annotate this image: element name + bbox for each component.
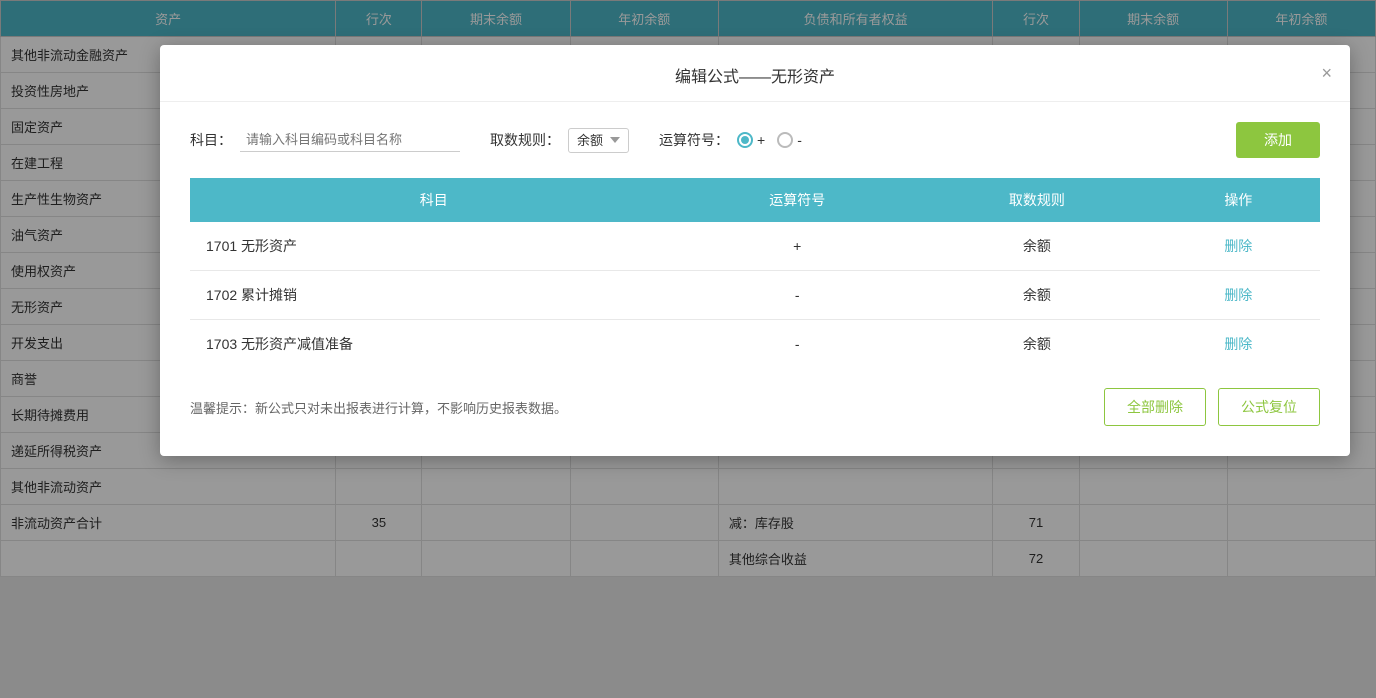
delete-link[interactable]: 删除 xyxy=(1224,238,1252,254)
th-action: 操作 xyxy=(1157,178,1320,222)
modal-close-button[interactable]: × xyxy=(1321,64,1332,82)
add-button[interactable]: 添加 xyxy=(1236,122,1320,158)
th-rule: 取数规则 xyxy=(917,178,1157,222)
cell-operator: + xyxy=(677,222,917,271)
operator-minus-label: - xyxy=(797,132,802,148)
subject-input[interactable] xyxy=(240,128,460,152)
delete-link[interactable]: 删除 xyxy=(1224,336,1252,352)
rule-label: 取数规则： xyxy=(490,130,560,150)
modal-title: 编辑公式——无形资产 xyxy=(675,63,835,87)
table-row: 1701 无形资产+余额 删除 xyxy=(190,222,1320,271)
formula-form: 科目： 取数规则： 余额 借方 贷方 净额 运算符号： + xyxy=(160,102,1350,178)
cell-rule: 余额 xyxy=(917,320,1157,369)
operator-radio-group: + - xyxy=(737,132,802,148)
operator-minus-radio[interactable]: - xyxy=(777,132,802,148)
modal-footer: 温馨提示：新公式只对未出报表进行计算，不影响历史报表数据。 全部删除 公式复位 xyxy=(160,368,1350,426)
radio-minus-circle xyxy=(777,132,793,148)
table-row: 1702 累计摊销-余额 删除 xyxy=(190,271,1320,320)
footer-hint: 温馨提示：新公式只对未出报表进行计算，不影响历史报表数据。 xyxy=(190,398,567,417)
th-operator: 运算符号 xyxy=(677,178,917,222)
delete-all-button[interactable]: 全部删除 xyxy=(1104,388,1206,426)
footer-buttons: 全部删除 公式复位 xyxy=(1104,388,1320,426)
delete-link[interactable]: 删除 xyxy=(1224,287,1252,303)
reset-button[interactable]: 公式复位 xyxy=(1218,388,1320,426)
cell-rule: 余额 xyxy=(917,271,1157,320)
rule-group: 取数规则： 余额 借方 贷方 净额 xyxy=(490,128,629,153)
rule-select-wrap: 余额 借方 贷方 净额 xyxy=(568,128,629,153)
modal-header: 编辑公式——无形资产 × xyxy=(160,45,1350,102)
operator-group: 运算符号： + - xyxy=(659,130,802,150)
formula-table-wrap: 科目 运算符号 取数规则 操作 1701 无形资产+余额删除1702 累计摊销-… xyxy=(160,178,1350,368)
cell-operator: - xyxy=(677,271,917,320)
cell-action: 删除 xyxy=(1157,320,1320,369)
cell-subject: 1703 无形资产减值准备 xyxy=(190,320,677,369)
table-header-row: 科目 运算符号 取数规则 操作 xyxy=(190,178,1320,222)
cell-action: 删除 xyxy=(1157,222,1320,271)
cell-subject: 1702 累计摊销 xyxy=(190,271,677,320)
radio-plus-circle xyxy=(737,132,753,148)
table-row: 1703 无形资产减值准备-余额 删除 xyxy=(190,320,1320,369)
rule-select[interactable]: 余额 借方 贷方 净额 xyxy=(568,128,629,153)
th-subject: 科目 xyxy=(190,178,677,222)
formula-table: 科目 运算符号 取数规则 操作 1701 无形资产+余额删除1702 累计摊销-… xyxy=(190,178,1320,368)
subject-label: 科目： xyxy=(190,130,232,150)
cell-action: 删除 xyxy=(1157,271,1320,320)
operator-plus-radio[interactable]: + xyxy=(737,132,765,148)
cell-subject: 1701 无形资产 xyxy=(190,222,677,271)
operator-plus-label: + xyxy=(757,132,765,148)
operator-label: 运算符号： xyxy=(659,130,729,150)
cell-rule: 余额 xyxy=(917,222,1157,271)
subject-group: 科目： xyxy=(190,128,460,152)
edit-formula-modal: 编辑公式——无形资产 × 科目： 取数规则： 余额 借方 贷方 净额 运算符号： xyxy=(160,45,1350,456)
cell-operator: - xyxy=(677,320,917,369)
